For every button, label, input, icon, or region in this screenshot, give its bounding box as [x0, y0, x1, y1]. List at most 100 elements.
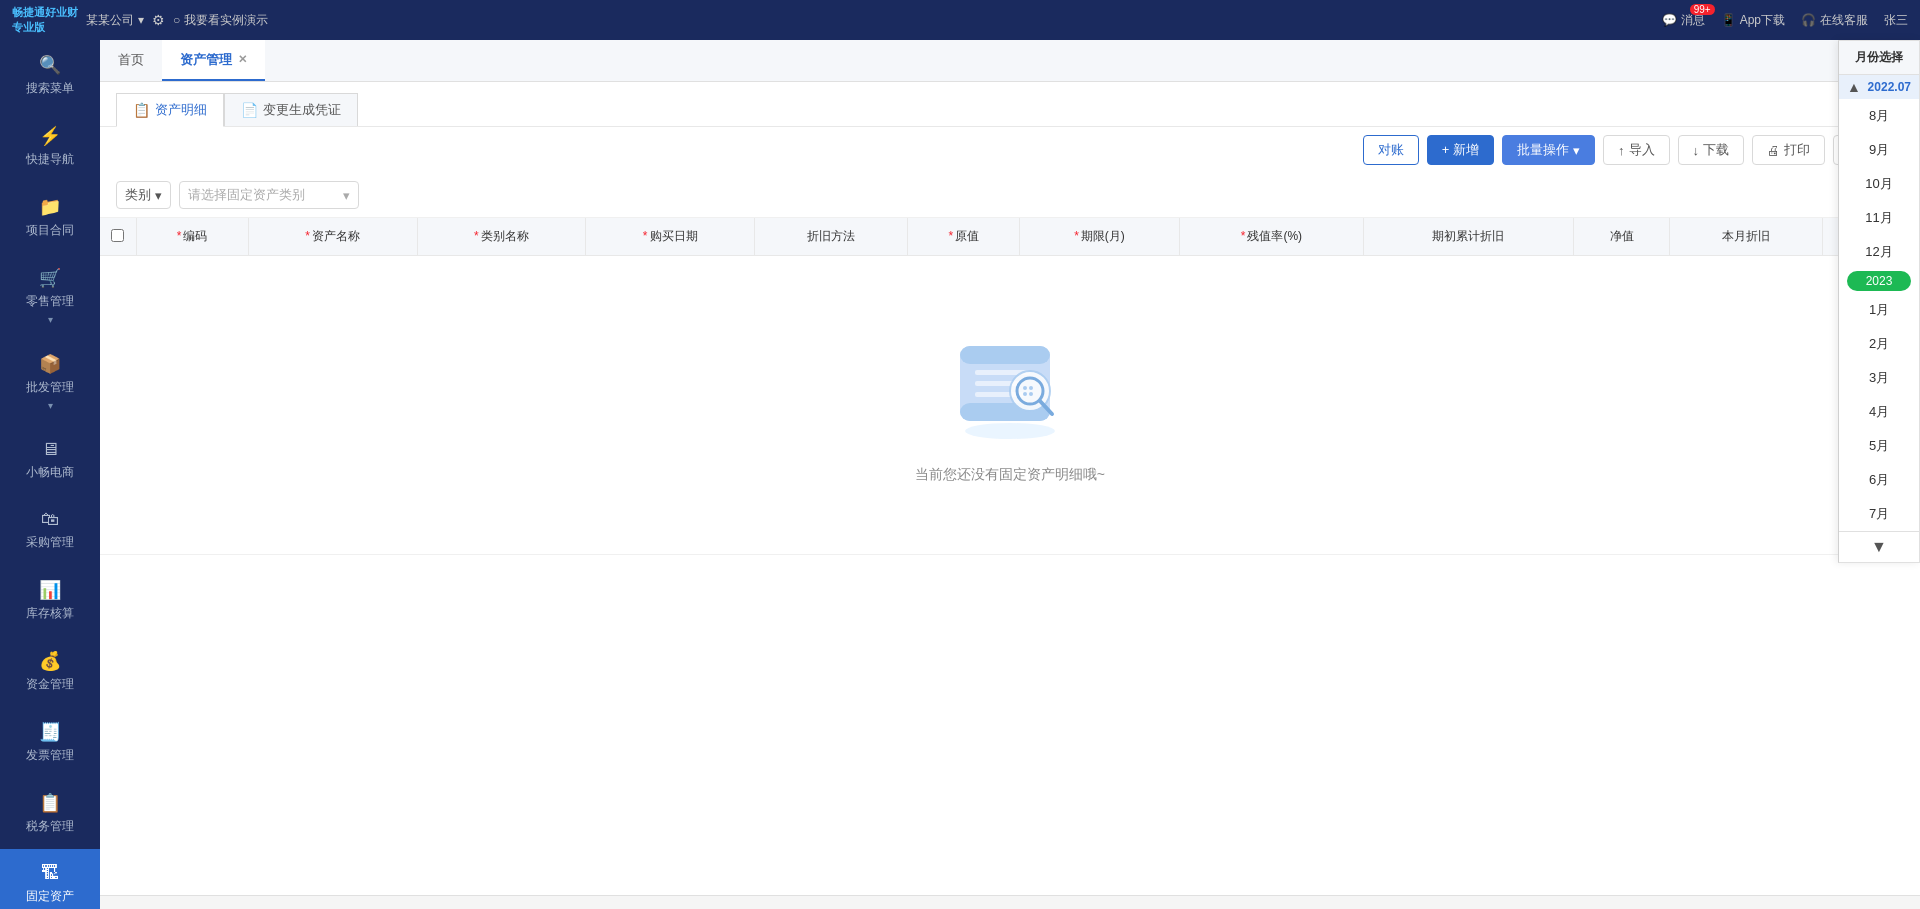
- company-selector[interactable]: 某某公司 ▾: [86, 12, 144, 29]
- headset-icon: 🎧: [1801, 13, 1816, 27]
- import-label: 导入: [1629, 141, 1655, 159]
- sidebar-item-purchase[interactable]: 🛍 采购管理: [0, 495, 100, 565]
- year-2023[interactable]: 2023: [1847, 271, 1911, 291]
- sidebar-item-quick-nav[interactable]: ⚡ 快捷导航: [0, 111, 100, 182]
- sidebar-item-search[interactable]: 🔍 搜索菜单: [0, 40, 100, 111]
- table-header-row: *编码 *资产名称 *类别名称 *购买日期 折旧方法 *原值 *期限(月) *残…: [100, 218, 1920, 256]
- top-bar: 畅捷通好业财 专业版 某某公司 ▾ ⚙ ○ 我要看实例演示 💬 消息 99+ 📱…: [0, 0, 1920, 40]
- chevron-down-icon: ▾: [1573, 143, 1580, 158]
- sidebar-item-project[interactable]: 📁 项目合同: [0, 182, 100, 253]
- category-input[interactable]: 请选择固定资产类别 ▾: [179, 181, 359, 209]
- settings-button[interactable]: ⚙: [152, 12, 165, 28]
- empty-row: 当前您还没有固定资产明细哦~: [100, 256, 1920, 555]
- app-download-button[interactable]: 📱 App下载: [1721, 12, 1785, 29]
- sub-tab-detail-label: 资产明细: [155, 101, 207, 119]
- month-7[interactable]: 7月: [1839, 497, 1919, 531]
- month-5[interactable]: 5月: [1839, 429, 1919, 463]
- sidebar-item-label: 税务管理: [26, 818, 74, 835]
- category-filter-label[interactable]: 类别 ▾: [116, 181, 171, 209]
- checkbox-input[interactable]: [111, 229, 124, 242]
- tab-asset[interactable]: 资产管理 ✕: [162, 40, 265, 81]
- bottom-scrollbar[interactable]: [100, 895, 1920, 909]
- tab-asset-label: 资产管理: [180, 51, 232, 69]
- month-8[interactable]: 8月: [1839, 99, 1919, 133]
- import-button[interactable]: ↑ 导入: [1603, 135, 1670, 165]
- empty-text: 当前您还没有固定资产明细哦~: [915, 466, 1105, 484]
- sidebar-item-finance[interactable]: 💰 资金管理: [0, 636, 100, 707]
- demo-link[interactable]: ○ 我要看实例演示: [173, 12, 268, 29]
- print-icon: 🖨: [1767, 143, 1780, 158]
- sidebar-item-label: 搜索菜单: [26, 80, 74, 97]
- col-code: *编码: [136, 218, 248, 256]
- filter-dropdown-icon: ▾: [155, 188, 162, 203]
- match-button[interactable]: 对账: [1363, 135, 1419, 165]
- add-label: + 新增: [1442, 141, 1479, 159]
- month-4[interactable]: 4月: [1839, 395, 1919, 429]
- print-button[interactable]: 🖨 打印: [1752, 135, 1825, 165]
- svg-rect-2: [960, 346, 1050, 364]
- filter-row: 类别 ▾ 请选择固定资产类别 ▾: [100, 173, 1920, 218]
- main-content: 首页 资产管理 ✕ 📋 资产明细 📄 变更生成凭证: [100, 40, 1920, 909]
- select-all-checkbox[interactable]: [100, 218, 136, 256]
- month-3[interactable]: 3月: [1839, 361, 1919, 395]
- sidebar-item-ecommerce[interactable]: 🖥 小畅电商: [0, 425, 100, 495]
- voucher-tab-icon: 📄: [241, 102, 258, 118]
- sidebar-item-label: 资金管理: [26, 676, 74, 693]
- add-button[interactable]: + 新增: [1427, 135, 1494, 165]
- batch-button[interactable]: 批量操作 ▾: [1502, 135, 1595, 165]
- month-9[interactable]: 9月: [1839, 133, 1919, 167]
- sidebar-item-label: 固定资产: [26, 888, 74, 905]
- tab-home[interactable]: 首页: [100, 40, 162, 81]
- sub-tab-detail[interactable]: 📋 资产明细: [116, 93, 224, 127]
- svg-point-13: [1029, 392, 1033, 396]
- sidebar-item-asset[interactable]: 🏗 固定资产: [0, 849, 100, 909]
- sidebar-item-label: 小畅电商: [26, 464, 74, 481]
- sidebar-item-inventory[interactable]: 📊 库存核算: [0, 565, 100, 636]
- monitor-icon: 🖥: [41, 439, 59, 460]
- chevron-down-icon: ▾: [48, 314, 53, 325]
- user-menu[interactable]: 张三: [1884, 12, 1908, 29]
- month-picker-prev-arrow[interactable]: ▲: [1847, 79, 1861, 95]
- sub-tab-voucher[interactable]: 📄 变更生成凭证: [224, 93, 358, 126]
- asset-icon: 🏗: [41, 863, 59, 884]
- receipt-icon: 🧾: [39, 721, 61, 743]
- month-12[interactable]: 12月: [1839, 235, 1919, 269]
- month-picker-next-arrow[interactable]: ▼: [1871, 538, 1887, 556]
- shopping-icon: 🛍: [41, 509, 59, 530]
- empty-illustration: [940, 326, 1080, 446]
- customer-service-button[interactable]: 🎧 在线客服: [1801, 12, 1868, 29]
- col-purchase-date: *购买日期: [586, 218, 755, 256]
- sidebar-item-invoice[interactable]: 🧾 发票管理: [0, 707, 100, 778]
- demo-icon: ○: [173, 13, 180, 27]
- empty-state-cell: 当前您还没有固定资产明细哦~: [100, 256, 1920, 555]
- month-6[interactable]: 6月: [1839, 463, 1919, 497]
- tab-close-icon[interactable]: ✕: [238, 53, 247, 66]
- sidebar-item-label: 发票管理: [26, 747, 74, 764]
- month-2[interactable]: 2月: [1839, 327, 1919, 361]
- tax-icon: 📋: [39, 792, 61, 814]
- sub-tab-voucher-label: 变更生成凭证: [263, 101, 341, 119]
- col-original-value: *原值: [908, 218, 1020, 256]
- sidebar-item-tax[interactable]: 📋 税务管理: [0, 778, 100, 849]
- top-bar-right: 💬 消息 99+ 📱 App下载 🎧 在线客服 张三: [1662, 12, 1908, 29]
- sidebar-item-retail[interactable]: 🛒 零售管理 ▾: [0, 253, 100, 339]
- month-1[interactable]: 1月: [1839, 293, 1919, 327]
- sidebar-item-wholesale[interactable]: 📦 批发管理 ▾: [0, 339, 100, 425]
- month-11[interactable]: 11月: [1839, 201, 1919, 235]
- content-area: 📋 资产明细 📄 变更生成凭证 对账 + 新增 批量操作 ▾: [100, 82, 1920, 909]
- customer-service-label: 在线客服: [1820, 12, 1868, 29]
- search-icon: 🔍: [39, 54, 61, 76]
- col-residual-rate: *残值率(%): [1179, 218, 1363, 256]
- app-download-label: App下载: [1740, 12, 1785, 29]
- detail-tab-icon: 📋: [133, 102, 150, 118]
- month-10[interactable]: 10月: [1839, 167, 1919, 201]
- col-name: *资产名称: [248, 218, 417, 256]
- message-count-badge: 99+: [1690, 4, 1715, 15]
- message-button[interactable]: 💬 消息 99+: [1662, 12, 1705, 29]
- match-label: 对账: [1378, 141, 1404, 159]
- table-body: 当前您还没有固定资产明细哦~: [100, 256, 1920, 555]
- download-button[interactable]: ↓ 下载: [1678, 135, 1745, 165]
- svg-point-0: [965, 423, 1055, 439]
- brand: 畅捷通好业财 专业版: [12, 5, 78, 35]
- layout: 🔍 搜索菜单 ⚡ 快捷导航 📁 项目合同 🛒 零售管理 ▾ 📦 批发管理 ▾ 🖥…: [0, 0, 1920, 909]
